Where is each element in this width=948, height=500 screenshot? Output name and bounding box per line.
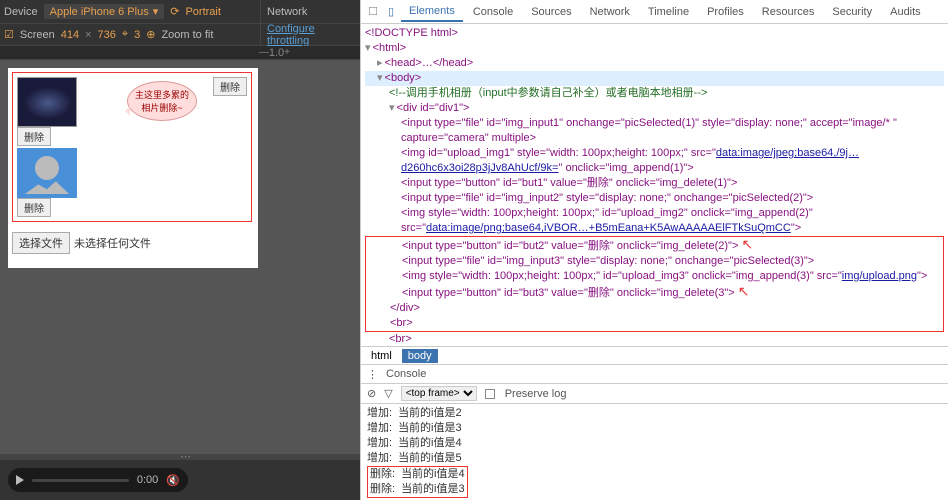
audio-player[interactable]: 0:00 🔇 xyxy=(8,468,188,492)
orientation-label[interactable]: Portrait xyxy=(185,6,220,18)
filter-icon[interactable]: ▽ xyxy=(384,387,392,400)
dom-line[interactable]: <!--调用手机相册（input中参数请自己补全）或者电脑本地相册--> xyxy=(365,86,944,101)
configure-throttling-link[interactable]: Configure throttling xyxy=(260,24,360,45)
arrow-icon: ↖ xyxy=(738,283,750,299)
zoom-icon[interactable]: ⊕ xyxy=(146,28,155,41)
audio-time: 0:00 xyxy=(137,474,158,486)
chevron-down-icon: ▾ xyxy=(153,5,159,18)
drawer-header: ⋮ Console xyxy=(361,364,948,384)
dom-line[interactable]: <div id="div1"> xyxy=(365,101,944,116)
file-choose-button[interactable]: 选择文件 xyxy=(12,232,70,254)
breadcrumb: html body xyxy=(361,346,948,364)
annotation-frame: <input type="button" id="but2" value="删除… xyxy=(365,236,944,332)
tab-sources[interactable]: Sources xyxy=(523,3,579,21)
dom-line[interactable]: <input type="button" id="but1" value="删除… xyxy=(365,176,944,191)
console-row[interactable]: 增加:当前的i值是4 xyxy=(367,436,942,451)
dom-line[interactable]: <br> xyxy=(390,316,943,331)
dom-tree[interactable]: <!DOCTYPE html> <html> <head>…</head> <b… xyxy=(361,24,948,346)
screen-label: Screen xyxy=(20,29,55,41)
clear-console-icon[interactable]: ⊘ xyxy=(367,387,376,400)
crumb-html[interactable]: html xyxy=(365,349,398,363)
dom-line[interactable]: <html> xyxy=(365,41,944,56)
screen-width[interactable]: 414 xyxy=(61,29,79,41)
upload-img1[interactable] xyxy=(17,77,77,127)
tab-resources[interactable]: Resources xyxy=(754,3,823,21)
dom-line[interactable]: <img style="width: 100px;height: 100px;"… xyxy=(390,269,943,284)
device-panel: Device Apple iPhone 6 Plus▾ ⟳ Portrait N… xyxy=(0,0,360,500)
dom-line[interactable]: <img id="upload_img1" style="width: 100p… xyxy=(365,146,944,176)
console-row[interactable]: 增加:当前的i值是5 xyxy=(367,451,942,466)
dom-line[interactable]: <input type="file" id="img_input3" style… xyxy=(390,254,943,269)
console-row[interactable]: 增加:当前的i值是2 xyxy=(367,406,942,421)
dpr-value[interactable]: 3 xyxy=(134,29,140,41)
annotation-frame-2: 删除:当前的i值是4 删除:当前的i值是3 xyxy=(367,466,468,498)
screen-icon[interactable]: ☑ xyxy=(4,28,14,41)
drawer-menu-icon[interactable]: ⋮ xyxy=(367,368,378,381)
console-row[interactable]: 删除:当前的i值是3 xyxy=(370,482,465,497)
screen-height[interactable]: 736 xyxy=(98,29,116,41)
arrow-icon: ↖ xyxy=(741,236,753,252)
splitter[interactable] xyxy=(0,454,360,460)
dom-line[interactable]: <!DOCTYPE html> xyxy=(365,26,944,41)
dom-line[interactable]: <input type="button" id="but3" value="删除… xyxy=(390,284,943,301)
dom-line[interactable]: <input type="button" id="but2" value="删除… xyxy=(390,237,943,254)
devtools-tabbar: ☐ ▯ Elements Console Sources Network Tim… xyxy=(361,0,948,24)
frame-select[interactable]: <top frame> xyxy=(401,386,477,401)
dom-line[interactable]: <img style="width: 100px;height: 100px;"… xyxy=(365,206,944,236)
device-viewport: 删除 主这里多累的相片删除~ 删除 删除 选择文件 未选择任何文件 xyxy=(0,60,360,454)
device-sub-bar: ☑ Screen 414 × 736 ⌖ 3 ⊕ Zoom to fit Con… xyxy=(0,24,360,46)
ruler: — 1.0 + xyxy=(0,46,360,60)
rotate-icon[interactable]: ⟳ xyxy=(170,5,179,18)
device-select[interactable]: Apple iPhone 6 Plus▾ xyxy=(44,4,165,19)
device-top-bar: Device Apple iPhone 6 Plus▾ ⟳ Portrait N… xyxy=(0,0,360,24)
network-label: Network xyxy=(260,0,360,23)
file-status: 未选择任何文件 xyxy=(74,235,151,251)
device-toggle-icon[interactable]: ▯ xyxy=(383,5,399,18)
crumb-body[interactable]: body xyxy=(402,349,438,363)
drawer-tab-console[interactable]: Console xyxy=(386,368,426,380)
tab-timeline[interactable]: Timeline xyxy=(640,3,697,21)
dom-line[interactable]: <input type="file" id="img_input1" oncha… xyxy=(365,116,944,146)
dom-line[interactable]: <body> xyxy=(365,71,944,86)
audio-progress[interactable] xyxy=(32,479,129,482)
play-icon[interactable] xyxy=(16,475,24,485)
zoom-label[interactable]: Zoom to fit xyxy=(161,29,213,41)
dom-line[interactable]: <input type="file" id="img_input2" style… xyxy=(365,191,944,206)
dpr-icon[interactable]: ⌖ xyxy=(122,28,128,41)
tab-network[interactable]: Network xyxy=(582,3,638,21)
upload-img-placeholder[interactable] xyxy=(17,148,77,198)
device-label: Device xyxy=(4,6,38,18)
devtools-panel: ☐ ▯ Elements Console Sources Network Tim… xyxy=(360,0,948,500)
page-preview: 删除 主这里多累的相片删除~ 删除 删除 选择文件 未选择任何文件 xyxy=(8,68,258,268)
delete-button-2[interactable]: 删除 xyxy=(213,77,247,96)
tab-console[interactable]: Console xyxy=(465,3,521,21)
tab-audits[interactable]: Audits xyxy=(882,3,929,21)
dom-line[interactable]: </div> xyxy=(390,301,943,316)
delete-button-3[interactable]: 删除 xyxy=(17,198,51,217)
preserve-log-label[interactable]: Preserve log xyxy=(505,388,567,400)
dom-line[interactable]: <br> xyxy=(365,332,944,346)
annotation-bubble: 主这里多累的相片删除~ xyxy=(127,81,197,121)
console-toolbar: ⊘ ▽ <top frame> Preserve log xyxy=(361,384,948,404)
inspect-icon[interactable]: ☐ xyxy=(365,5,381,18)
annotation-box: 删除 主这里多累的相片删除~ 删除 删除 xyxy=(12,72,252,222)
console-row[interactable]: 增加:当前的i值是3 xyxy=(367,421,942,436)
console-row[interactable]: 删除:当前的i值是4 xyxy=(370,467,465,482)
tab-profiles[interactable]: Profiles xyxy=(699,3,752,21)
tab-elements[interactable]: Elements xyxy=(401,2,463,22)
dom-line[interactable]: <head>…</head> xyxy=(365,56,944,71)
delete-button-1[interactable]: 删除 xyxy=(17,127,51,146)
preserve-log-checkbox[interactable] xyxy=(485,389,495,399)
console-output: 增加:当前的i值是2 增加:当前的i值是3 增加:当前的i值是4 增加:当前的i… xyxy=(361,404,948,500)
volume-icon[interactable]: 🔇 xyxy=(166,474,180,487)
tab-security[interactable]: Security xyxy=(824,3,880,21)
